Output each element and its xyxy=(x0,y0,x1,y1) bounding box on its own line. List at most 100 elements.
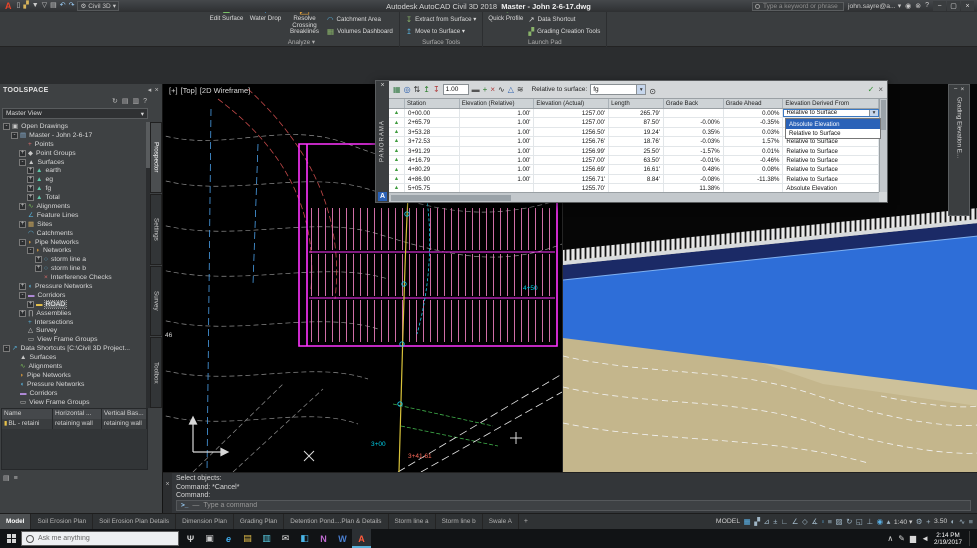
zoom-to-grading-icon[interactable]: ◎ xyxy=(404,85,411,95)
tree-item-feature-lines[interactable]: ∠Feature Lines xyxy=(1,211,145,220)
new-drawing-icon[interactable]: ▯ xyxy=(17,1,21,11)
elevation-increment-field[interactable] xyxy=(443,84,469,95)
layout-tab-soil-erosion-plan[interactable]: Soil Erosion Plan xyxy=(31,514,93,529)
grading-group-mode-icon[interactable]: ≋ xyxy=(517,85,524,95)
exchange-apps-icon[interactable]: ⊗ xyxy=(915,2,921,10)
cell[interactable]: 0.35% xyxy=(664,128,724,136)
derived-from-cell[interactable]: Relative to Surface xyxy=(783,156,879,164)
dropdown-item-absolute-elevation[interactable]: Absolute Elevation xyxy=(786,119,880,129)
cell[interactable]: 1.00' xyxy=(460,128,535,136)
ribbon-button-extract-from-surface[interactable]: ↧Extract from Surface ▾ xyxy=(404,14,479,25)
cell[interactable]: 2+65.79 xyxy=(405,118,460,126)
microphone-icon[interactable]: Ψ xyxy=(181,529,200,548)
ribbon-button-move-to-surface[interactable]: ↥Move to Surface ▾ xyxy=(404,26,479,37)
tree-item-surfaces[interactable]: ▲Surfaces xyxy=(1,353,145,362)
command-options-icon[interactable]: — xyxy=(192,502,199,509)
derived-from-cell[interactable]: Relative to Surface xyxy=(783,175,879,183)
cell[interactable]: -11.38% xyxy=(724,175,784,183)
cell[interactable]: 5+05.75 xyxy=(405,184,460,192)
dynamic-ucs-icon[interactable]: ⊥ xyxy=(867,517,874,526)
taskbar-search-input[interactable] xyxy=(38,535,174,542)
ribbon-panel-label[interactable]: Surface Tools xyxy=(400,39,483,46)
cell[interactable]: 3+72.53 xyxy=(405,137,460,145)
close-icon[interactable]: × xyxy=(376,81,389,91)
layout-tab-storm-line-a[interactable]: Storm line a xyxy=(389,514,436,529)
grid-column-vertical-bas[interactable]: Vertical Bas... xyxy=(102,409,147,419)
cell[interactable]: 1.00' xyxy=(460,118,535,126)
transparency-icon[interactable]: ▨ xyxy=(836,517,843,526)
minimize-button[interactable]: − xyxy=(933,1,946,11)
expander-expand-icon[interactable]: + xyxy=(19,203,26,210)
layout-tab-model[interactable]: Model xyxy=(0,514,31,529)
cell[interactable]: 63.50' xyxy=(609,156,664,164)
derived-from-cell[interactable]: Relative to Surface xyxy=(783,165,879,173)
autocad-icon[interactable]: A xyxy=(352,529,371,548)
save-as-icon[interactable]: ▽ xyxy=(42,1,47,11)
cell[interactable]: 4+86.90 xyxy=(405,175,460,183)
plot-icon[interactable]: ▤ xyxy=(50,1,57,11)
tree-item-alignments[interactable]: +∿Alignments xyxy=(1,202,145,211)
tree-item-points[interactable]: +Points xyxy=(1,140,145,149)
ribbon-button-grading-creation-tools[interactable]: ▞Grading Creation Tools xyxy=(526,26,602,37)
apply-check-icon[interactable]: ✓ xyxy=(868,85,875,95)
expander-expand-icon[interactable]: + xyxy=(35,265,42,272)
raise-incrementally-icon[interactable]: ↥ xyxy=(423,85,430,95)
toolspace-tab-prospector[interactable]: Prospector xyxy=(150,122,162,193)
ribbon-button-volumes-dashboard[interactable]: ▦Volumes Dashboard xyxy=(325,26,395,37)
table-horizontal-scrollbar[interactable] xyxy=(389,192,879,202)
layout-tab-storm-line-b[interactable]: Storm line b xyxy=(436,514,483,529)
grid-display-icon[interactable]: ▦ xyxy=(744,517,751,526)
lower-incrementally-icon[interactable]: ↧ xyxy=(433,85,440,95)
expander-expand-icon[interactable]: + xyxy=(27,167,34,174)
annotation-scale-button[interactable]: 1:40 ▾ xyxy=(894,518,913,526)
action-center-button[interactable] xyxy=(969,531,974,546)
cell[interactable]: 1.00' xyxy=(460,109,535,117)
tree-item-open-drawings[interactable]: -▣Open Drawings xyxy=(1,122,145,131)
workspace-switcher[interactable]: ⚙ Civil 3D ▾ xyxy=(77,1,119,11)
cell[interactable]: 1.00' xyxy=(460,175,535,183)
object-snap-tracking-icon[interactable]: ∡ xyxy=(811,517,818,526)
expander-collapse-icon[interactable]: - xyxy=(19,159,26,166)
ortho-mode-icon[interactable]: ∟ xyxy=(781,517,788,526)
derived-from-cell[interactable]: Relative to Surface xyxy=(783,147,879,155)
close-icon[interactable]: × xyxy=(165,481,169,488)
tree-item-corridors[interactable]: ▬Corridors xyxy=(1,389,145,398)
expander-collapse-icon[interactable]: - xyxy=(19,239,26,246)
raise-lower-icon[interactable]: ⇅ xyxy=(414,85,421,95)
cell[interactable]: 1256.69' xyxy=(534,165,609,173)
expander-collapse-icon[interactable]: - xyxy=(19,292,26,299)
cell[interactable]: 0+00.00 xyxy=(405,109,460,117)
signin-icon[interactable]: ◉ xyxy=(905,2,911,10)
status-value[interactable]: 3.50 xyxy=(934,518,947,525)
cell[interactable]: 18.76' xyxy=(609,137,664,145)
pick-surface-icon[interactable]: ⊙ xyxy=(649,87,656,96)
tree-item-fg[interactable]: +▲fg xyxy=(1,184,145,193)
infocenter-search[interactable]: Type a keyword or phrase xyxy=(752,2,844,11)
network-icon[interactable]: ▆ xyxy=(910,534,916,543)
ribbon-panel-label[interactable]: Analyze ▾ xyxy=(204,39,399,46)
cell[interactable]: 1257.00' xyxy=(534,109,609,117)
volume-icon[interactable]: ◄ xyxy=(921,534,929,543)
tree-item-surfaces[interactable]: -▲Surfaces xyxy=(1,158,145,167)
object-snap-icon[interactable]: ▫ xyxy=(821,517,824,526)
expander-expand-icon[interactable]: + xyxy=(19,221,26,228)
cell[interactable]: 1256.71' xyxy=(534,175,609,183)
model-space-toggle[interactable]: MODEL xyxy=(716,518,740,525)
derived-from-cell[interactable]: Relative to Surface▾ xyxy=(783,109,879,117)
tree-item-road[interactable]: +▬ROAD xyxy=(1,300,145,309)
layout-tab-detention-pond-plan-details[interactable]: Detention Pond....Plan & Details xyxy=(284,514,388,529)
cell[interactable]: -0.08% xyxy=(664,175,724,183)
tree-item-catchments[interactable]: ◠Catchments xyxy=(1,229,145,238)
word-icon[interactable]: W xyxy=(333,529,352,548)
cell[interactable]: 1257.00' xyxy=(534,156,609,164)
maximize-button[interactable]: ▢ xyxy=(947,1,960,11)
save-icon[interactable]: ▼ xyxy=(32,1,39,11)
layout-tab-dimension-plan[interactable]: Dimension Plan xyxy=(176,514,234,529)
dropdown-item-relative-to-surface[interactable]: Relative to Surface xyxy=(786,129,880,139)
tree-item-storm-line-a[interactable]: +○storm line a xyxy=(1,255,145,264)
cell[interactable]: 1256.76' xyxy=(534,137,609,145)
onenote-icon[interactable]: N xyxy=(314,529,333,548)
cell[interactable] xyxy=(609,184,664,192)
layout-tab-swale-a[interactable]: Swale A xyxy=(483,514,519,529)
table-vertical-scrollbar[interactable] xyxy=(879,99,887,192)
